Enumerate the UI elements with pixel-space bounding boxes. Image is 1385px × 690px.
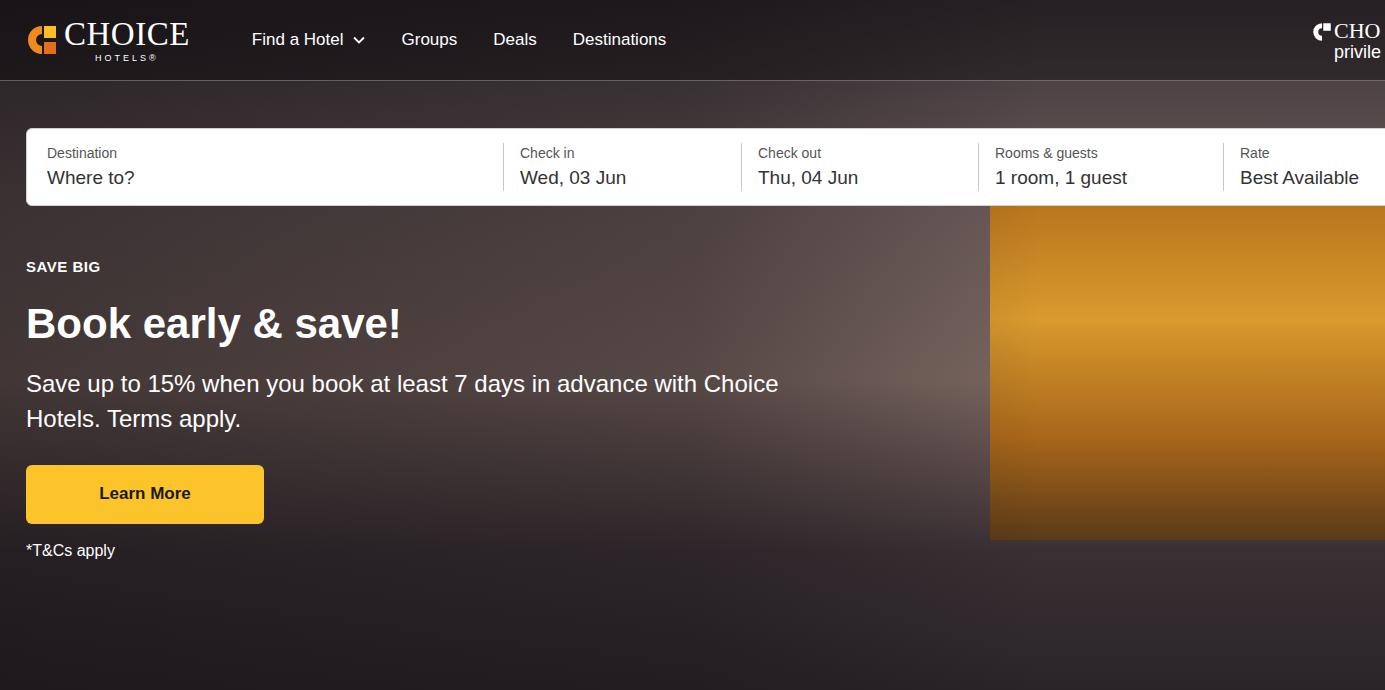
nav-item[interactable]: Destinations [573, 27, 667, 53]
search-field[interactable]: Rate Best Available [1223, 143, 1385, 191]
chevron-down-icon [352, 33, 366, 47]
search-field[interactable]: Destination [27, 143, 503, 191]
privileges-brand: CHO [1334, 20, 1381, 42]
main-nav: Find a Hotel Groups Deals Destinations [252, 27, 666, 53]
privileges-logo-icon [1312, 22, 1332, 42]
site-header: CHOICE HOTELS® Find a Hotel Groups Deals Dest… [0, 0, 1385, 81]
hero-eyebrow: SAVE BIG [26, 256, 101, 279]
logo-brand: CHOICE [64, 18, 190, 51]
learn-more-button[interactable]: Learn More [26, 465, 264, 524]
field-value: Thu, 04 Jun [758, 166, 970, 190]
field-value: Best Available [1240, 166, 1385, 190]
search-field[interactable]: Check out Thu, 04 Jun [741, 143, 978, 191]
field-value: Wed, 03 Jun [520, 166, 733, 190]
field-label: Rooms & guests [995, 144, 1215, 162]
terms-note: *T&Cs apply [26, 539, 115, 563]
field-label: Check in [520, 144, 733, 162]
privileges-text: CHOprivile [1334, 20, 1381, 61]
nav-item[interactable]: Find a Hotel [252, 27, 366, 53]
nav-label: Find a Hotel [252, 27, 344, 53]
destination-input[interactable] [47, 166, 495, 190]
field-label: Destination [47, 144, 495, 162]
search-field[interactable]: Check in Wed, 03 Jun [503, 143, 741, 191]
field-value: 1 room, 1 guest [995, 166, 1215, 190]
choice-logo[interactable]: CHOICE HOTELS® [26, 18, 190, 63]
choice-privileges-logo[interactable]: CHOprivile [1312, 20, 1385, 61]
field-label: Rate [1240, 144, 1385, 162]
hero-title: Book early & save! [26, 299, 402, 349]
choice-logo-icon [26, 24, 58, 56]
field-label: Check out [758, 144, 970, 162]
privileges-icon-wrap [1312, 22, 1332, 42]
nav-item[interactable]: Deals [493, 27, 536, 53]
nav-label: Destinations [573, 27, 667, 53]
page: CHOICE HOTELS® Find a Hotel Groups Deals Dest… [0, 0, 1385, 563]
nav-label: Groups [402, 27, 458, 53]
hero-content: SAVE BIG Book early & save! Save up to 15%… [26, 256, 1385, 563]
nav-item[interactable]: Groups [402, 27, 458, 53]
logo-sub: HOTELS® [95, 54, 159, 63]
search-field[interactable]: Rooms & guests 1 room, 1 guest [978, 143, 1223, 191]
privileges-sub: privile [1334, 43, 1381, 61]
logo-text: CHOICE HOTELS® [64, 18, 190, 63]
hero-text: Save up to 15% when you book at least 7 … [26, 366, 826, 436]
nav-label: Deals [493, 27, 536, 53]
search-bar: Destination Check in Wed, 03 Jun Check out T… [26, 128, 1385, 206]
